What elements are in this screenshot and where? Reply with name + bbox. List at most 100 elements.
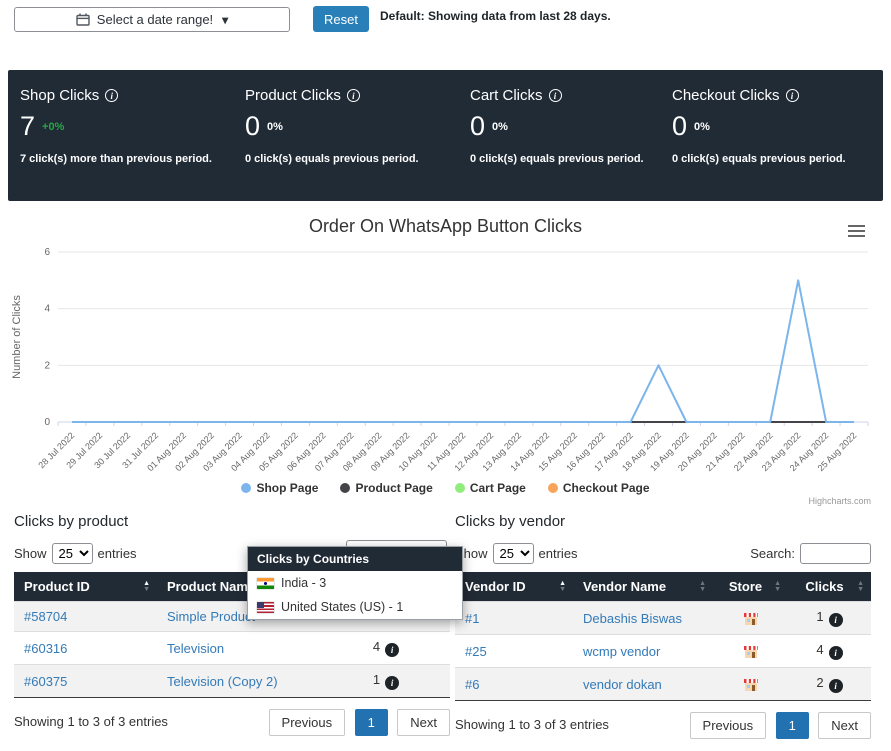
next-button[interactable]: Next bbox=[397, 709, 450, 736]
clicks-value: 1 bbox=[816, 609, 824, 624]
svg-text:Number of Clicks: Number of Clicks bbox=[11, 295, 23, 379]
vendor-id-link[interactable]: #6 bbox=[465, 677, 479, 692]
page-1-button[interactable]: 1 bbox=[354, 709, 388, 736]
stat-delta: 0% bbox=[694, 120, 710, 133]
india-flag-icon bbox=[257, 577, 274, 589]
legend-dot bbox=[547, 483, 558, 493]
stat-title: Checkout Clicks bbox=[672, 87, 780, 104]
info-icon[interactable] bbox=[385, 643, 400, 657]
stat-value: 0 bbox=[672, 111, 688, 141]
product-name-link[interactable]: Television (Copy 2) bbox=[167, 674, 278, 689]
stat-value: 7 bbox=[20, 111, 36, 141]
clicks-by-countries-popup: Clicks by Countries India - 3 United Sta… bbox=[247, 546, 463, 620]
sort-asc-icon bbox=[143, 581, 150, 593]
clicks-value: 4 bbox=[816, 642, 824, 657]
chart-menu-icon[interactable] bbox=[848, 222, 865, 240]
vendor-name-link[interactable]: vendor dokan bbox=[583, 677, 662, 692]
column-header-clicks[interactable]: Clicks bbox=[788, 572, 871, 602]
store-icon[interactable] bbox=[743, 611, 759, 626]
page-size-select[interactable]: 25 bbox=[492, 543, 534, 564]
stat-cart-clicks: Cart Clicks 0 0% 0 click(s) equals previo… bbox=[470, 87, 672, 201]
stat-value: 0 bbox=[245, 111, 261, 141]
clicks-value: 4 bbox=[372, 639, 381, 654]
table-row: #60375 Television (Copy 2) 1 bbox=[14, 664, 450, 698]
stats-panel: Shop Clicks 7 +0% 7 click(s) more than pr… bbox=[8, 70, 883, 201]
svg-text:4: 4 bbox=[44, 304, 50, 315]
info-icon[interactable] bbox=[828, 646, 843, 660]
product-id-link[interactable]: #60375 bbox=[24, 674, 67, 689]
clicks-line-chart: 024628 Jul 202229 Jul 202230 Jul 202231 … bbox=[11, 247, 869, 473]
country-row: United States (US) - 1 bbox=[248, 595, 462, 619]
stat-product-clicks: Product Clicks 0 0% 0 click(s) equals pre… bbox=[245, 87, 470, 201]
clicks-value: 2 bbox=[816, 675, 824, 690]
page-1-button[interactable]: 1 bbox=[775, 712, 809, 739]
table-row: #25 wcmp vendor 4 bbox=[455, 634, 871, 668]
chevron-down-icon: ▾ bbox=[222, 12, 229, 27]
previous-button[interactable]: Previous bbox=[689, 712, 767, 739]
product-name-link[interactable]: Simple Product bbox=[167, 609, 255, 624]
store-icon[interactable] bbox=[743, 644, 759, 659]
stat-delta: 0% bbox=[492, 120, 508, 133]
country-row: India - 3 bbox=[248, 571, 462, 595]
show-label: Show bbox=[14, 546, 47, 561]
info-icon[interactable] bbox=[828, 613, 843, 627]
vendor-name-link[interactable]: wcmp vendor bbox=[583, 644, 660, 659]
next-button[interactable]: Next bbox=[818, 712, 871, 739]
product-id-link[interactable]: #60316 bbox=[24, 641, 67, 656]
info-icon[interactable] bbox=[385, 676, 400, 690]
info-icon[interactable] bbox=[346, 89, 360, 102]
legend-dot bbox=[241, 483, 252, 493]
previous-button[interactable]: Previous bbox=[268, 709, 346, 736]
legend-item-cart-page[interactable]: Cart Page bbox=[454, 481, 526, 495]
stat-description: 0 click(s) equals previous period. bbox=[672, 153, 846, 165]
legend-dot bbox=[340, 483, 351, 493]
product-id-link[interactable]: #58704 bbox=[24, 609, 67, 624]
info-icon[interactable] bbox=[785, 89, 799, 102]
entries-label: entries bbox=[97, 546, 137, 561]
column-header-store[interactable]: Store bbox=[713, 572, 788, 602]
sort-icon bbox=[699, 581, 706, 593]
stat-delta: +0% bbox=[42, 120, 65, 133]
clicks-value: 1 bbox=[372, 672, 381, 687]
search-label: Search: bbox=[750, 546, 795, 561]
sort-icon bbox=[774, 581, 781, 593]
column-header-vendor-name[interactable]: Vendor Name bbox=[573, 572, 713, 602]
product-name-link[interactable]: Television bbox=[167, 641, 224, 656]
column-header-product-id[interactable]: Product ID bbox=[14, 572, 157, 602]
svg-text:0: 0 bbox=[44, 417, 50, 428]
stat-title: Cart Clicks bbox=[470, 87, 543, 104]
table-row: #6 vendor dokan 2 bbox=[455, 667, 871, 701]
legend-item-checkout-page[interactable]: Checkout Page bbox=[547, 481, 650, 495]
vendor-id-link[interactable]: #1 bbox=[465, 611, 479, 626]
info-icon[interactable] bbox=[828, 679, 843, 693]
reset-button[interactable]: Reset bbox=[313, 6, 369, 32]
vendor-name-link[interactable]: Debashis Biswas bbox=[583, 611, 682, 626]
highcharts-credits-link[interactable]: Highcharts.com bbox=[808, 496, 871, 506]
table-row: #1 Debashis Biswas 1 bbox=[455, 601, 871, 635]
info-icon[interactable] bbox=[548, 89, 562, 102]
chart-title: Order On WhatsApp Button Clicks bbox=[308, 216, 583, 236]
chart-legend: Shop Page Product Page Cart Page Checkou… bbox=[8, 481, 883, 495]
legend-item-shop-page[interactable]: Shop Page bbox=[241, 481, 318, 495]
page-size-select[interactable]: 25 bbox=[51, 543, 93, 564]
search-input[interactable] bbox=[800, 543, 871, 564]
country-label: United States (US) - 1 bbox=[281, 600, 404, 614]
default-period-note: Default: Showing data from last 28 days. bbox=[380, 9, 611, 23]
products-heading: Clicks by product bbox=[14, 513, 129, 530]
svg-text:6: 6 bbox=[44, 247, 50, 258]
clicks-by-vendor-panel: Clicks by vendor Show 25 entries Search:… bbox=[455, 513, 871, 739]
clicks-chart-card: Order On WhatsApp Button Clicks 0 2 4 6 28 J… bbox=[8, 205, 883, 510]
column-header-vendor-id[interactable]: Vendor ID bbox=[455, 572, 573, 602]
vendor-id-link[interactable]: #25 bbox=[465, 644, 487, 659]
entries-label: entries bbox=[538, 546, 578, 561]
store-icon[interactable] bbox=[743, 677, 759, 692]
legend-item-product-page[interactable]: Product Page bbox=[340, 481, 433, 495]
calendar-icon bbox=[76, 13, 90, 26]
stat-checkout-clicks: Checkout Clicks 0 0% 0 click(s) equals pr… bbox=[672, 87, 883, 201]
sort-icon bbox=[857, 581, 864, 593]
info-icon[interactable] bbox=[105, 89, 119, 102]
vendors-table: Vendor ID Vendor Name Store Clicks #1 De… bbox=[455, 572, 871, 701]
stat-value: 0 bbox=[470, 111, 486, 141]
stat-title: Product Clicks bbox=[245, 87, 341, 104]
date-range-picker[interactable]: Select a date range! ▾ bbox=[14, 7, 290, 32]
